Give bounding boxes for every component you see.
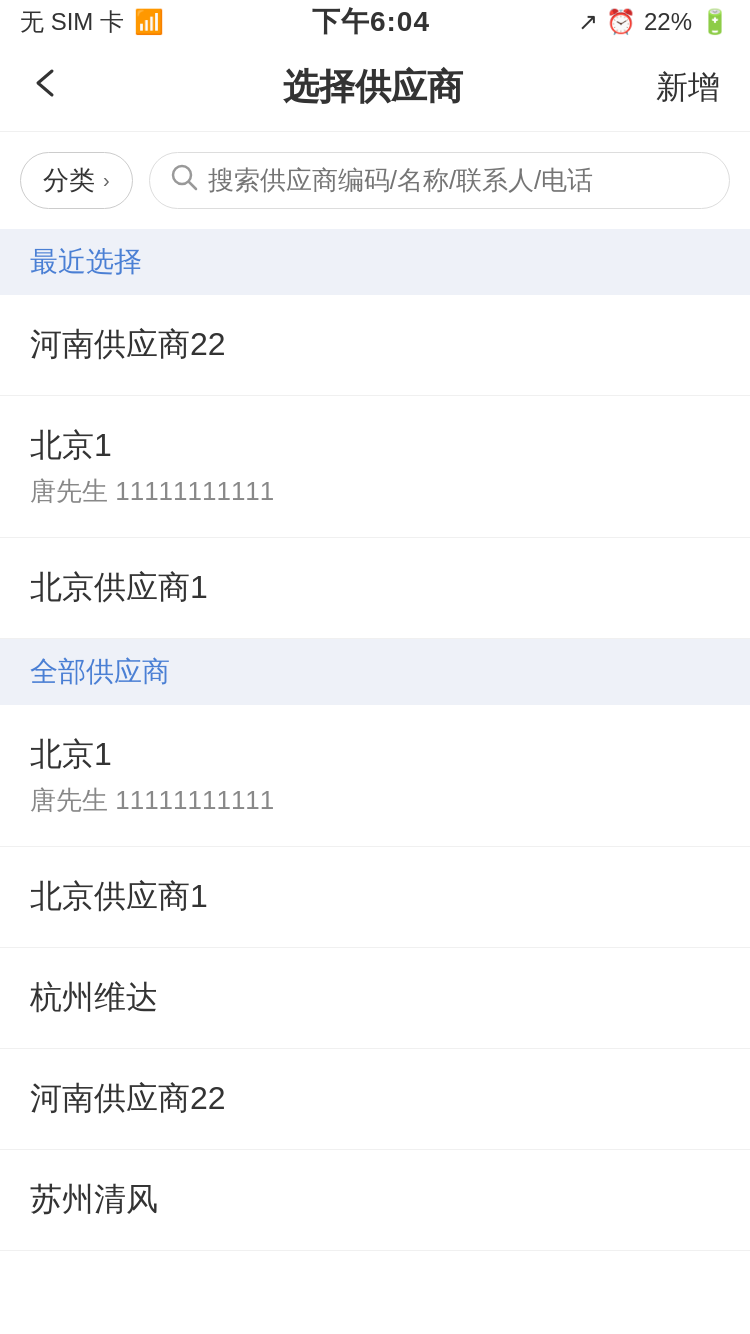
wifi-icon: 📶 [134, 8, 164, 36]
page-title: 选择供应商 [283, 63, 463, 112]
all-section-label: 全部供应商 [30, 656, 170, 687]
item-name: 北京1 [30, 424, 720, 468]
item-sub: 唐先生 11111111111 [30, 783, 720, 818]
item-name: 杭州维达 [30, 976, 720, 1020]
chevron-right-icon: › [103, 169, 110, 192]
list-item[interactable]: 北京1 唐先生 11111111111 [0, 705, 750, 847]
battery-icon: 🔋 [700, 8, 730, 36]
add-button[interactable]: 新增 [656, 66, 720, 110]
status-bar: 无 SIM 卡 📶 下午6:04 ↗ ⏰ 22% 🔋 [0, 0, 750, 44]
recent-section-header: 最近选择 [0, 229, 750, 295]
alarm-icon: ⏰ [606, 8, 636, 36]
status-right: ↗ ⏰ 22% 🔋 [578, 8, 730, 36]
item-name: 河南供应商22 [30, 1077, 720, 1121]
item-name: 苏州清风 [30, 1178, 720, 1222]
battery-level: 22% [644, 8, 692, 36]
back-button[interactable] [30, 61, 90, 114]
list-item[interactable]: 河南供应商22 [0, 295, 750, 396]
all-section-header: 全部供应商 [0, 639, 750, 705]
item-name: 北京1 [30, 733, 720, 777]
category-label: 分类 [43, 163, 95, 198]
item-name: 北京供应商1 [30, 566, 720, 610]
search-box [149, 152, 730, 209]
status-time: 下午6:04 [312, 3, 430, 41]
location-icon: ↗ [578, 8, 598, 36]
search-icon [170, 163, 198, 198]
search-input[interactable] [208, 165, 709, 196]
filter-bar: 分类 › [0, 132, 750, 229]
recent-section-label: 最近选择 [30, 246, 142, 277]
nav-bar: 选择供应商 新增 [0, 44, 750, 132]
list-item[interactable]: 苏州清风 [0, 1150, 750, 1251]
list-item[interactable]: 北京供应商1 [0, 847, 750, 948]
recent-list: 河南供应商22 北京1 唐先生 11111111111 北京供应商1 [0, 295, 750, 639]
list-item[interactable]: 北京供应商1 [0, 538, 750, 639]
item-name: 北京供应商1 [30, 875, 720, 919]
all-list: 北京1 唐先生 11111111111 北京供应商1 杭州维达河南供应商22 苏州清风 [0, 705, 750, 1251]
item-name: 河南供应商22 [30, 323, 720, 367]
list-item[interactable]: 河南供应商22 [0, 1049, 750, 1150]
item-sub: 唐先生 11111111111 [30, 474, 720, 509]
sim-label: 无 SIM 卡 [20, 6, 124, 38]
category-button[interactable]: 分类 › [20, 152, 133, 209]
list-item[interactable]: 杭州维达 [0, 948, 750, 1049]
list-item[interactable]: 北京1 唐先生 11111111111 [0, 396, 750, 538]
status-left: 无 SIM 卡 📶 [20, 6, 164, 38]
